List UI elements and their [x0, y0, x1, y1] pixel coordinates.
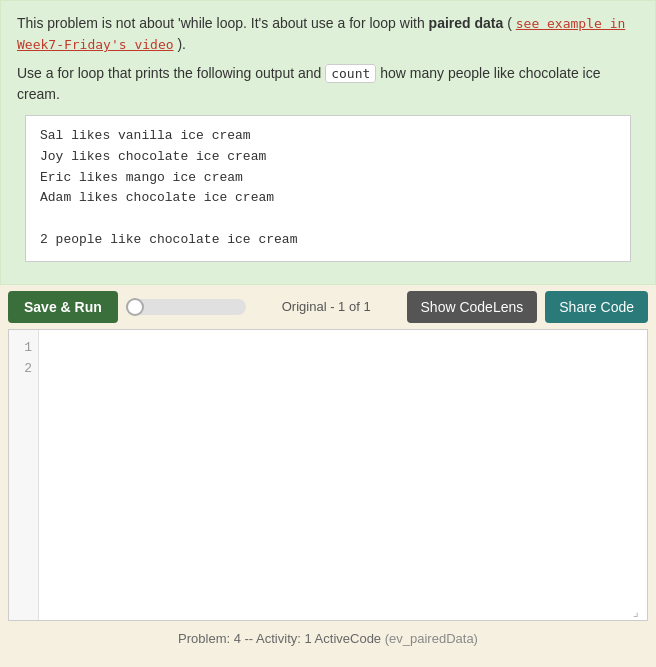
problem-description: This problem is not about 'while loop. I… — [0, 0, 656, 285]
description-text1: This problem is not about 'while loop. I… — [17, 15, 429, 31]
output-line-1: Sal likes vanilla ice cream — [40, 126, 616, 147]
version-label: Original - 1 of 1 — [254, 299, 399, 314]
code-editor: 1 2 ⌟ — [8, 329, 648, 621]
line-number-2: 2 — [15, 359, 32, 380]
description-line1: This problem is not about 'while loop. I… — [17, 13, 639, 55]
instruction-text1: Use a for loop that prints the following… — [17, 65, 325, 81]
code-textarea[interactable] — [39, 330, 647, 620]
show-codelens-button[interactable]: Show CodeLens — [407, 291, 538, 323]
footer: Problem: 4 -- Activity: 1 ActiveCode (ev… — [0, 621, 656, 656]
share-code-button[interactable]: Share Code — [545, 291, 648, 323]
slider-container — [126, 299, 246, 315]
line-numbers: 1 2 — [9, 330, 39, 620]
description-text3: ). — [174, 36, 186, 52]
output-line-3: Eric likes mango ice cream — [40, 168, 616, 189]
page-wrapper: This problem is not about 'while loop. I… — [0, 0, 656, 656]
toolbar: Save & Run Original - 1 of 1 Show CodeLe… — [0, 285, 656, 329]
footer-code: (ev_pairedData) — [385, 631, 478, 646]
version-slider[interactable] — [126, 299, 246, 315]
description-line2: Use a for loop that prints the following… — [17, 63, 639, 105]
output-line-4: Adam likes chocolate ice cream — [40, 188, 616, 209]
output-box: Sal likes vanilla ice cream Joy likes ch… — [25, 115, 631, 262]
footer-text: Problem: 4 -- Activity: 1 ActiveCode — [178, 631, 381, 646]
output-line-5: 2 people like chocolate ice cream — [40, 230, 616, 251]
save-run-button[interactable]: Save & Run — [8, 291, 118, 323]
description-text2: ( — [503, 15, 515, 31]
line-number-1: 1 — [15, 338, 32, 359]
resize-handle[interactable]: ⌟ — [633, 606, 645, 618]
count-code: count — [325, 64, 376, 83]
output-line-2: Joy likes chocolate ice cream — [40, 147, 616, 168]
paired-data-bold: paired data — [429, 15, 504, 31]
